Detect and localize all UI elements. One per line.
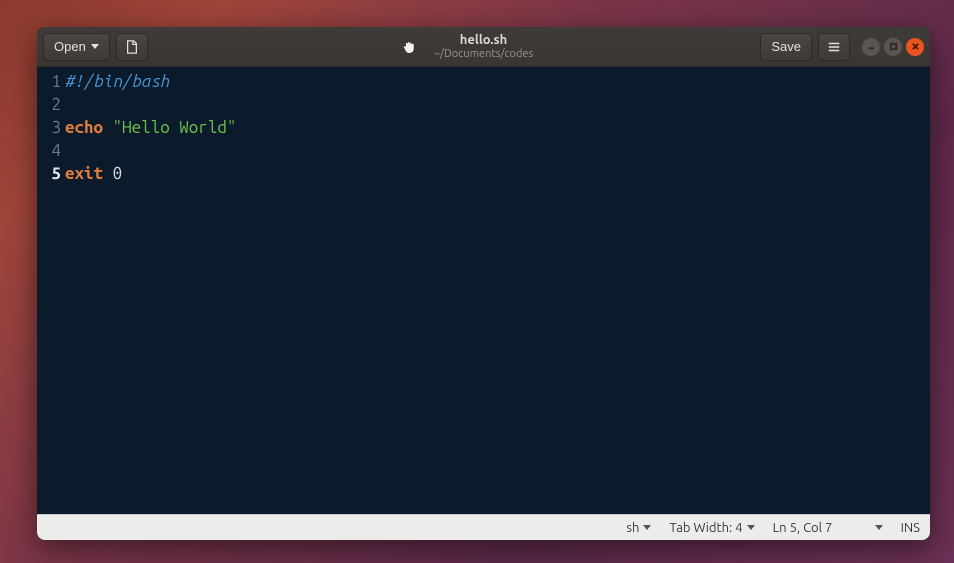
chevron-down-icon: [643, 525, 651, 530]
window-subtitle: ~/Documents/codes: [434, 48, 534, 60]
open-button-label: Open: [54, 39, 86, 54]
tab-width-selector[interactable]: Tab Width: 4: [669, 521, 754, 535]
minimize-icon: [867, 42, 876, 51]
editor-window: Open hello.sh ~/Documents/codes Save: [37, 27, 930, 540]
open-button[interactable]: Open: [43, 33, 110, 61]
chevron-down-icon: [875, 525, 883, 530]
editor-area[interactable]: 12345 #!/bin/bash echo "Hello World" exit …: [37, 67, 930, 514]
close-button[interactable]: [906, 38, 924, 56]
hamburger-menu-button[interactable]: [818, 33, 850, 61]
window-title: hello.sh: [434, 33, 534, 47]
close-icon: [911, 42, 920, 51]
line-number: 4: [37, 139, 61, 162]
cursor-position-selector[interactable]: Ln 5, Col 7: [773, 521, 883, 535]
line-number-gutter: 12345: [37, 67, 63, 514]
code-line[interactable]: echo "Hello World": [65, 116, 930, 139]
hamburger-icon: [827, 40, 841, 54]
tab-width-label: Tab Width: 4: [669, 521, 742, 535]
minimize-button[interactable]: [862, 38, 880, 56]
line-number: 5: [37, 162, 61, 185]
line-number: 2: [37, 93, 61, 116]
chevron-down-icon: [747, 525, 755, 530]
maximize-button[interactable]: [884, 38, 902, 56]
code-line[interactable]: exit 0: [65, 162, 930, 185]
code-line[interactable]: [65, 93, 930, 116]
grab-cursor-icon: [400, 37, 420, 57]
code-content[interactable]: #!/bin/bash echo "Hello World" exit 0: [63, 67, 930, 514]
statusbar: sh Tab Width: 4 Ln 5, Col 7 INS: [37, 514, 930, 540]
save-button[interactable]: Save: [760, 33, 812, 61]
language-selector[interactable]: sh: [626, 521, 651, 535]
code-line[interactable]: [65, 139, 930, 162]
new-document-icon: [125, 40, 139, 54]
code-line[interactable]: #!/bin/bash: [65, 70, 930, 93]
maximize-icon: [889, 42, 898, 51]
line-number: 3: [37, 116, 61, 139]
chevron-down-icon: [91, 44, 99, 49]
titlebar: Open hello.sh ~/Documents/codes Save: [37, 27, 930, 67]
save-button-label: Save: [771, 39, 801, 54]
insert-mode-indicator[interactable]: INS: [901, 521, 920, 535]
cursor-position-label: Ln 5, Col 7: [773, 521, 833, 535]
title-area: hello.sh ~/Documents/codes: [434, 33, 534, 59]
new-document-button[interactable]: [116, 33, 148, 61]
insert-mode-label: INS: [901, 521, 920, 535]
line-number: 1: [37, 70, 61, 93]
language-label: sh: [626, 521, 639, 535]
